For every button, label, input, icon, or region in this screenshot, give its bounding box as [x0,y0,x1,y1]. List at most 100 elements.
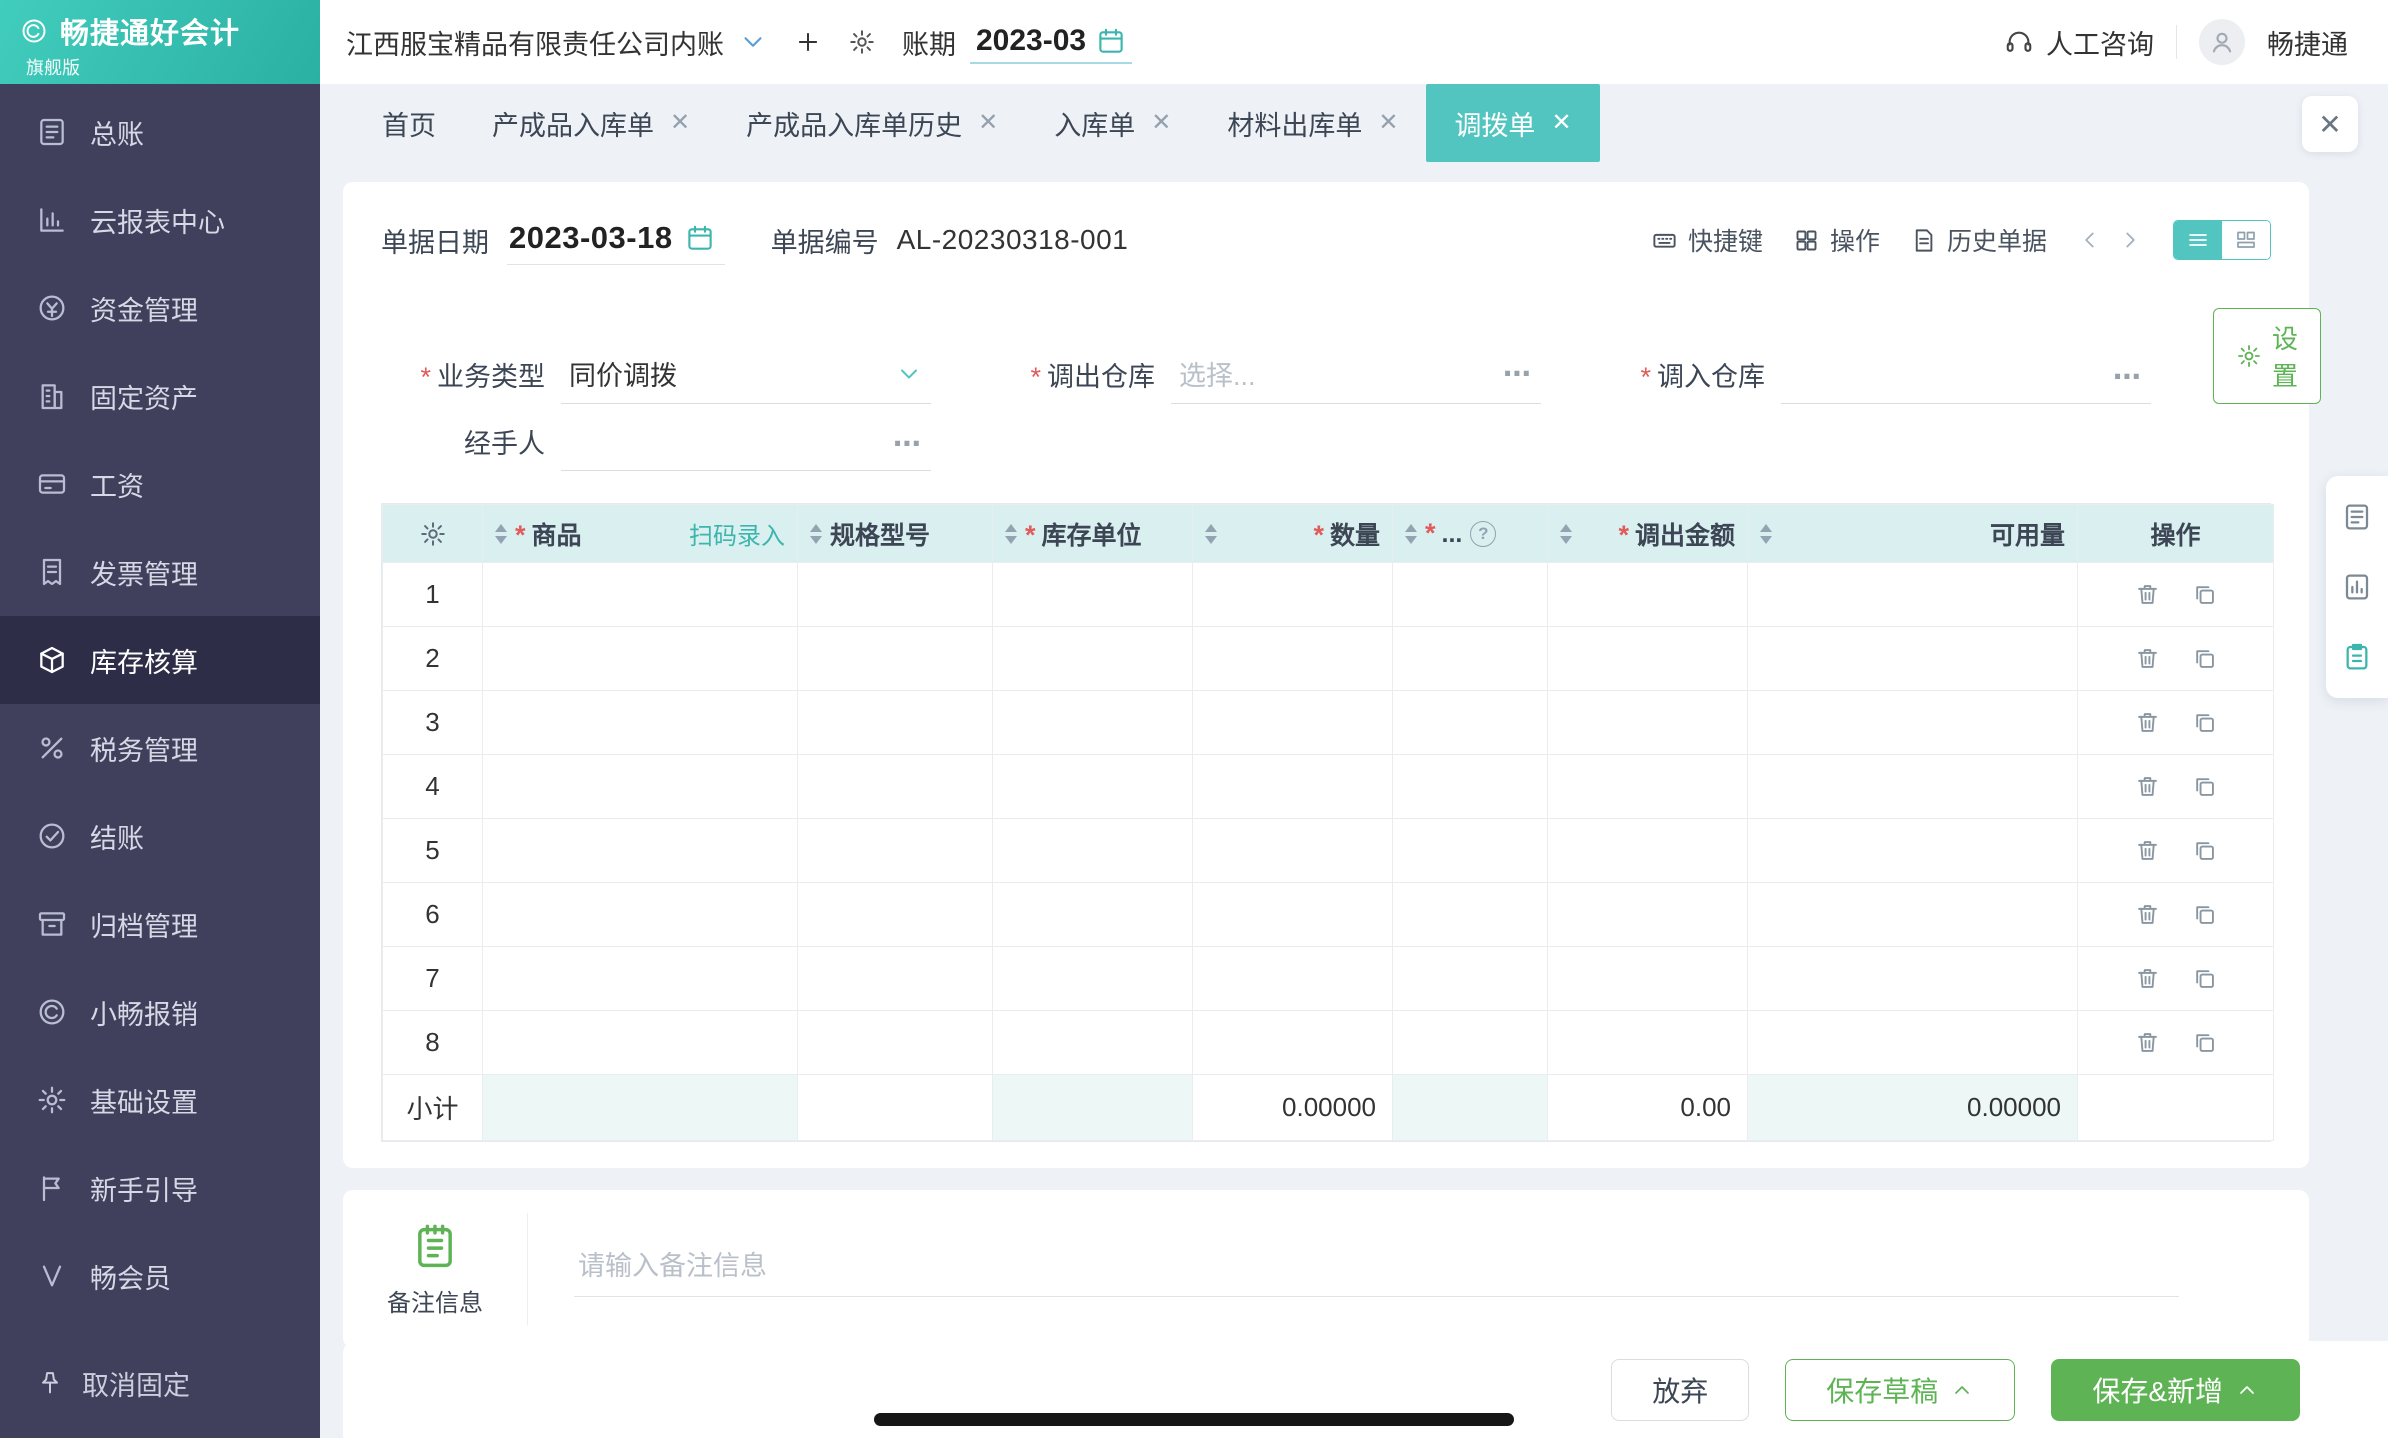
history-documents-button[interactable]: 历史单据 [1910,222,2047,258]
cell-extra[interactable] [1392,562,1548,627]
sidebar-item-reimburse[interactable]: 小畅报销 [0,968,320,1056]
close-icon[interactable]: ✕ [670,111,690,135]
column-extra[interactable]: ... [1425,518,1463,549]
cell-spec[interactable] [797,1010,993,1075]
cell-qty[interactable] [1192,562,1393,627]
cell-amount[interactable] [1547,690,1748,755]
cell-spec[interactable] [797,754,993,819]
cell-unit[interactable] [992,626,1193,691]
add-button[interactable] [794,28,822,56]
column-out-amount[interactable]: 调出金额 [1618,516,1735,552]
sidebar-item-base-settings[interactable]: 基础设置 [0,1056,320,1144]
cell-product[interactable] [482,754,798,819]
scan-entry-link[interactable]: 扫码录入 [689,516,785,551]
in-warehouse-field[interactable]: ⋯ [1781,356,2151,404]
discard-button[interactable]: 放弃 [1611,1358,1750,1421]
tab-material-outbound[interactable]: 材料出库单 ✕ [1199,84,1426,162]
cell-qty[interactable] [1192,882,1393,947]
cell-qty[interactable] [1192,626,1393,691]
sidebar-item-payroll[interactable]: 工资 [0,440,320,528]
copy-row-icon[interactable] [2191,837,2218,864]
cell-qty[interactable] [1192,690,1393,755]
cell-unit[interactable] [992,690,1193,755]
tab-finished-goods-inbound-history[interactable]: 产成品入库单历史 ✕ [718,84,1026,162]
cell-unit[interactable] [992,818,1193,883]
side-panel-report-button[interactable] [2326,552,2388,622]
gear-icon[interactable] [848,28,876,56]
save-draft-button[interactable]: 保存草稿 [1785,1358,2016,1421]
delete-row-icon[interactable] [2134,837,2161,864]
column-available[interactable]: 可用量 [1990,516,2065,552]
cell-unit[interactable] [992,946,1193,1011]
help-icon[interactable]: ? [1470,520,1497,547]
sidebar-item-member[interactable]: 畅会员 [0,1232,320,1320]
grid-view-button[interactable] [2222,221,2270,259]
sort-icon[interactable] [1005,523,1017,544]
avatar[interactable] [2199,19,2245,65]
doc-date-picker[interactable]: 2023-03-18 [507,216,725,265]
close-icon[interactable]: ✕ [1551,111,1571,135]
column-product[interactable]: 商品 [515,516,582,552]
close-icon[interactable]: ✕ [978,111,998,135]
copy-row-icon[interactable] [2191,1029,2218,1056]
cell-qty[interactable] [1192,818,1393,883]
sidebar-item-guide[interactable]: 新手引导 [0,1144,320,1232]
column-spec[interactable]: 规格型号 [830,516,930,552]
delete-row-icon[interactable] [2134,1029,2161,1056]
sort-icon[interactable] [810,523,822,544]
delete-row-icon[interactable] [2134,773,2161,800]
unpin-sidebar-button[interactable]: 取消固定 [0,1328,320,1438]
cell-spec[interactable] [797,882,993,947]
cell-spec[interactable] [797,562,993,627]
column-unit[interactable]: 库存单位 [1025,516,1142,552]
cell-spec[interactable] [797,690,993,755]
tab-inbound-order[interactable]: 入库单 ✕ [1026,84,1199,162]
ellipsis-picker-icon[interactable]: ⋯ [893,429,923,457]
sidebar-item-fixed-assets[interactable]: 固定资产 [0,352,320,440]
list-view-button[interactable] [2174,221,2222,259]
sort-icon[interactable] [1760,523,1772,544]
cell-available[interactable] [1747,818,2078,883]
sidebar-item-invoice[interactable]: 发票管理 [0,528,320,616]
cell-extra[interactable] [1392,1010,1548,1075]
cell-available[interactable] [1747,754,2078,819]
sidebar-item-funds[interactable]: 资金管理 [0,264,320,352]
sidebar-item-cloud-reports[interactable]: 云报表中心 [0,176,320,264]
chevron-right-icon[interactable] [2117,227,2143,253]
delete-row-icon[interactable] [2134,645,2161,672]
delete-row-icon[interactable] [2134,965,2161,992]
chevron-left-icon[interactable] [2077,227,2103,253]
cell-extra[interactable] [1392,754,1548,819]
cell-available[interactable] [1747,1010,2078,1075]
close-icon[interactable]: ✕ [1151,111,1171,135]
close-icon[interactable]: ✕ [1378,111,1398,135]
cell-unit[interactable] [992,882,1193,947]
cell-amount[interactable] [1547,882,1748,947]
cell-available[interactable] [1747,882,2078,947]
shortcut-keys-button[interactable]: 快捷键 [1651,222,1763,258]
cell-qty[interactable] [1192,946,1393,1011]
cell-amount[interactable] [1547,946,1748,1011]
delete-row-icon[interactable] [2134,901,2161,928]
sidebar-item-tax[interactable]: 税务管理 [0,704,320,792]
sidebar-item-closing[interactable]: 结账 [0,792,320,880]
cell-product[interactable] [482,562,798,627]
user-name[interactable]: 畅捷通 [2267,23,2348,62]
cell-available[interactable] [1747,562,2078,627]
cell-spec[interactable] [797,818,993,883]
cell-qty[interactable] [1192,1010,1393,1075]
out-warehouse-field[interactable]: 选择... ⋯ [1171,350,1541,404]
side-panel-document-button[interactable] [2326,482,2388,552]
cell-amount[interactable] [1547,562,1748,627]
cell-unit[interactable] [992,562,1193,627]
cell-product[interactable] [482,626,798,691]
cell-spec[interactable] [797,626,993,691]
remarks-input[interactable] [574,1241,2179,1296]
sidebar-item-archive[interactable]: 归档管理 [0,880,320,968]
ellipsis-picker-icon[interactable]: ⋯ [1503,359,1533,387]
company-selector[interactable]: 江西服宝精品有限责任公司内账 [346,23,768,62]
cell-amount[interactable] [1547,626,1748,691]
cell-unit[interactable] [992,1010,1193,1075]
sort-icon[interactable] [1405,523,1417,544]
consult-button[interactable]: 人工咨询 [2004,23,2154,62]
